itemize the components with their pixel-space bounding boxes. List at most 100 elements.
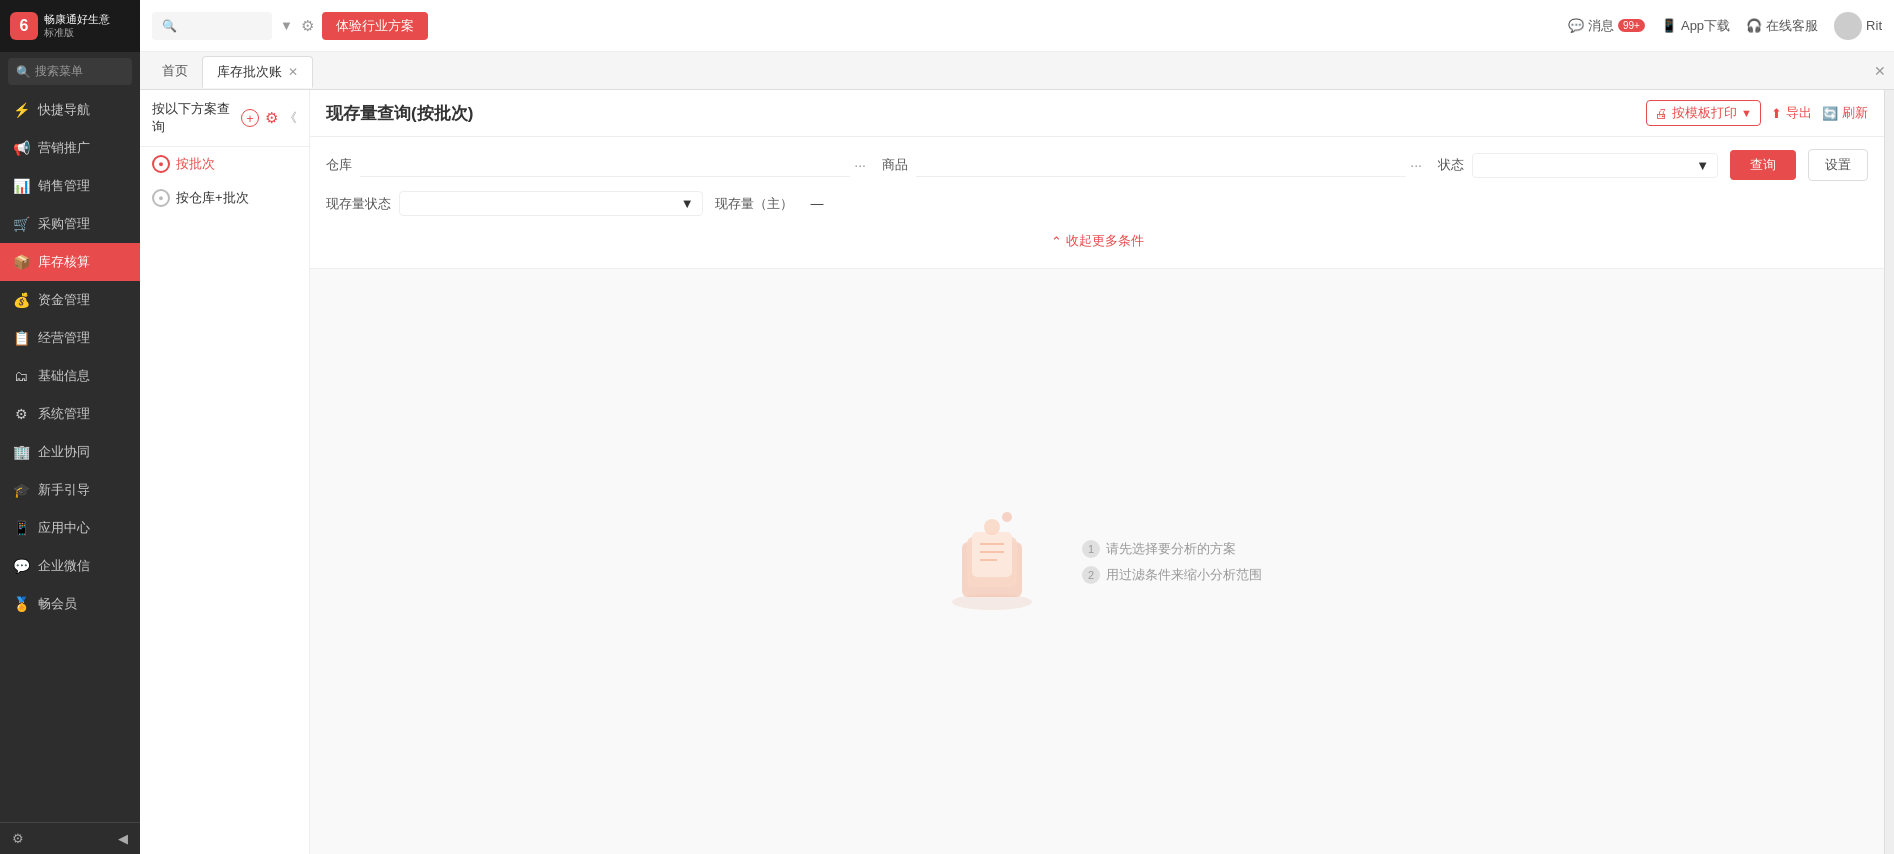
status-label: 状态 [1438,156,1464,174]
sidebar-item-operation[interactable]: 📋 经营管理 [0,319,140,357]
nav-icon-purchase: 🛒 [12,215,30,233]
app-download-button[interactable]: 📱 App下载 [1661,17,1730,35]
nav-label-basic: 基础信息 [38,367,90,385]
svg-rect-3 [972,532,1012,577]
nav-icon-enterprise: 🏢 [12,443,30,461]
filter-row-2: 现存量状态 ▼ 现存量（主） — [326,191,1868,216]
page-header: 现存量查询(按批次) 🖨 按模板打印 ▼ ⬆ 导出 🔄 刷新 [310,90,1884,137]
warehouse-more-icon[interactable]: ··· [850,157,870,173]
tab-close-batch-account[interactable]: ✕ [288,65,298,79]
app-download-label: App下载 [1681,17,1730,35]
nav-label-purchase: 采购管理 [38,215,90,233]
inventory-status-select[interactable]: ▼ [399,191,703,216]
tab-batch-account[interactable]: 库存批次账 ✕ [202,56,313,88]
inventory-qty-label: 现存量（主） [715,195,793,213]
tabbar: 首页 库存批次账 ✕ ✕ [140,52,1894,90]
sidebar-nav: ⚡ 快捷导航 📢 营销推广 📊 销售管理 🛒 采购管理 📦 库存核算 💰 资金管… [0,91,140,822]
scheme-item-by-warehouse-batch[interactable]: ● 按仓库+批次 [140,181,309,215]
app-logo: 6 [10,12,38,40]
warehouse-filter-group: 仓库 ··· [326,153,870,177]
sidebar-item-newbie[interactable]: 🎓 新手引导 [0,471,140,509]
scheme-icon-by-batch: ● [152,155,170,173]
empty-tips: 1 请先选择要分析的方案 2 用过滤条件来缩小分析范围 [1082,540,1262,584]
refresh-button[interactable]: 🔄 刷新 [1822,104,1868,122]
refresh-label: 刷新 [1842,104,1868,122]
right-panel: 现存量查询(按批次) 🖨 按模板打印 ▼ ⬆ 导出 🔄 刷新 [310,90,1884,854]
product-more-icon[interactable]: ··· [1406,157,1426,173]
status-select[interactable]: ▼ [1472,153,1718,178]
sidebar-item-purchase[interactable]: 🛒 采购管理 [0,205,140,243]
tab-label-batch-account: 库存批次账 [217,63,282,81]
collapse-panel-icon[interactable]: 《 [284,109,297,127]
sidebar-item-wechat[interactable]: 💬 企业微信 [0,547,140,585]
export-button[interactable]: ⬆ 导出 [1771,104,1812,122]
sidebar-item-system[interactable]: ⚙ 系统管理 [0,395,140,433]
add-scheme-icon[interactable]: + [241,109,259,127]
product-filter-group: 商品 ··· [882,153,1426,177]
status-filter-group: 状态 ▼ [1438,153,1718,178]
sidebar-item-marketing[interactable]: 📢 营销推广 [0,129,140,167]
nav-label-app-center: 应用中心 [38,519,90,537]
settings-button[interactable]: 设置 [1808,149,1868,181]
left-panel-actions: + ⚙ 《 [241,109,297,127]
tip-text-1: 请先选择要分析的方案 [1106,540,1236,558]
product-label: 商品 [882,156,908,174]
settings-icon[interactable]: ⚙ [12,831,24,846]
dropdown-icon[interactable]: ▼ [280,18,293,33]
industry-solution-button[interactable]: 体验行业方案 [322,12,428,40]
sidebar-item-finance[interactable]: 💰 资金管理 [0,281,140,319]
nav-icon-basic: 🗂 [12,367,30,385]
nav-icon-finance: 💰 [12,291,30,309]
nav-label-operation: 经营管理 [38,329,90,347]
nav-label-system: 系统管理 [38,405,90,423]
collapse-icon[interactable]: ◀ [118,831,128,846]
empty-tip-1: 1 请先选择要分析的方案 [1082,540,1262,558]
nav-icon-app-center: 📱 [12,519,30,537]
inventory-qty-dash: — [801,196,834,211]
nav-icon-marketing: 📢 [12,139,30,157]
nav-icon-newbie: 🎓 [12,481,30,499]
scheme-settings-icon[interactable]: ⚙ [265,109,278,127]
settings-gear-icon[interactable]: ⚙ [301,17,314,35]
tab-home[interactable]: 首页 [148,56,202,86]
sidebar-item-quick-nav[interactable]: ⚡ 快捷导航 [0,91,140,129]
warehouse-input[interactable] [360,153,850,177]
template-print-button[interactable]: 🖨 按模板打印 ▼ [1646,100,1761,126]
inventory-status-dropdown-icon: ▼ [681,196,694,211]
messages-button[interactable]: 💬 消息 99+ [1568,17,1645,35]
sidebar-item-enterprise[interactable]: 🏢 企业协同 [0,433,140,471]
content-area: 按以下方案查询 + ⚙ 《 ● 按批次 ● 按仓库+批次 现存量查询(按批次) … [140,90,1894,854]
product-input[interactable] [916,153,1406,177]
service-icon: 🎧 [1746,18,1762,33]
sidebar-item-basic[interactable]: 🗂 基础信息 [0,357,140,395]
sidebar: 6 畅康通好生意 标准版 🔍 搜索菜单 ⚡ 快捷导航 📢 营销推广 📊 销售管理… [0,0,140,854]
user-menu[interactable]: Rit [1834,12,1882,40]
sidebar-item-app-center[interactable]: 📱 应用中心 [0,509,140,547]
nav-label-sales: 销售管理 [38,177,90,195]
sidebar-search[interactable]: 🔍 搜索菜单 [8,58,132,85]
topbar-search[interactable]: 🔍 [152,12,272,40]
empty-tip-2: 2 用过滤条件来缩小分析范围 [1082,566,1262,584]
nav-label-inventory: 库存核算 [38,253,90,271]
sidebar-item-sales[interactable]: 📊 销售管理 [0,167,140,205]
page-header-actions: 🖨 按模板打印 ▼ ⬆ 导出 🔄 刷新 [1646,100,1868,126]
messages-badge: 99+ [1618,19,1645,32]
app-info: 畅康通好生意 标准版 [44,12,110,40]
nav-label-quick-nav: 快捷导航 [38,101,90,119]
topbar: 🔍 ▼ ⚙ 体验行业方案 💬 消息 99+ 📱 App下载 🎧 在线客服 Rit [140,0,1894,52]
user-name: Rit [1866,18,1882,33]
tab-label-home: 首页 [162,62,188,80]
right-scrollbar[interactable] [1884,90,1894,854]
close-all-tabs-button[interactable]: ✕ [1874,63,1886,79]
online-service-label: 在线客服 [1766,17,1818,35]
svg-point-8 [1002,512,1012,522]
download-icon: 📱 [1661,18,1677,33]
sidebar-item-inventory[interactable]: 📦 库存核算 [0,243,140,281]
online-service-button[interactable]: 🎧 在线客服 [1746,17,1818,35]
scheme-item-by-batch[interactable]: ● 按批次 [140,147,309,181]
query-button[interactable]: 查询 [1730,150,1796,180]
collapse-label: 收起更多条件 [1066,232,1144,250]
page-title: 现存量查询(按批次) [326,102,473,125]
sidebar-item-member[interactable]: 🏅 畅会员 [0,585,140,623]
collapse-filters-button[interactable]: ⌃ 收起更多条件 [326,226,1868,256]
